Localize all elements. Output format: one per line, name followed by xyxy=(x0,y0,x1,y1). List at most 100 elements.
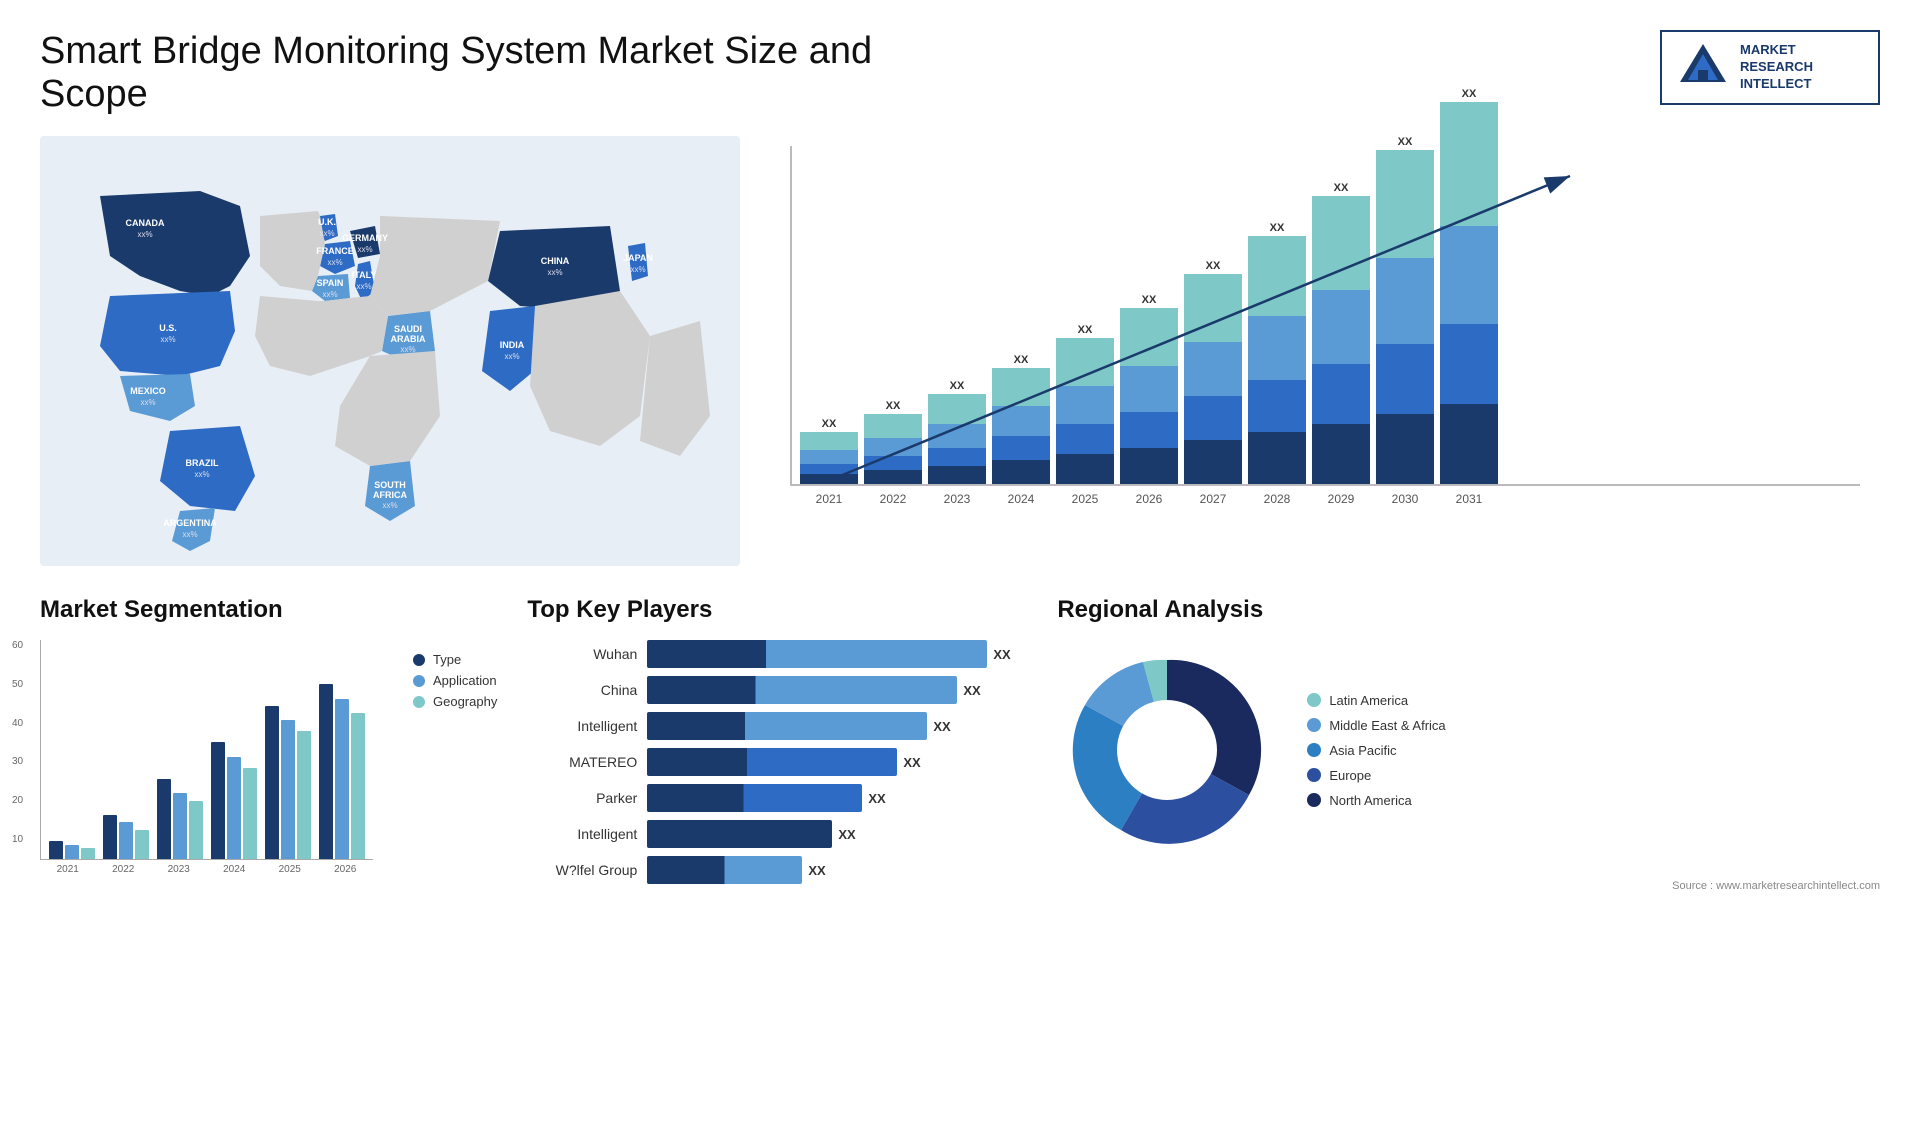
header: Smart Bridge Monitoring System Market Si… xyxy=(40,30,1880,116)
player-row-parker: Parker XX xyxy=(527,784,1027,812)
legend-geography: Geography xyxy=(413,694,497,709)
bar-2021: XX xyxy=(800,418,858,484)
legend-asia-pacific: Asia Pacific xyxy=(1307,743,1445,758)
legend-middle-east: Middle East & Africa xyxy=(1307,718,1445,733)
bar-2022: XX xyxy=(864,400,922,484)
regional-box: Regional Analysis Lati xyxy=(1057,596,1880,892)
germany-label: GERMANY xyxy=(342,233,388,243)
saudi-label: SAUDI xyxy=(394,324,422,334)
china-val: xx% xyxy=(547,268,562,277)
player-bar-intelligent1 xyxy=(647,712,927,740)
bar-2027: XX xyxy=(1184,260,1242,484)
southafrica-label: SOUTH xyxy=(374,480,406,490)
brazil-label: BRAZIL xyxy=(186,458,219,468)
regional-title: Regional Analysis xyxy=(1057,596,1880,624)
players-list: Wuhan XX China XX Intelligent XX xyxy=(527,640,1027,884)
seg-x-labels: 202120222023202420252026 xyxy=(40,864,373,875)
bar-chart-container: XX XX xyxy=(770,136,1880,566)
seg-bar-2023 xyxy=(157,779,203,859)
page-title: Smart Bridge Monitoring System Market Si… xyxy=(40,30,940,116)
bar-2023: XX xyxy=(928,380,986,484)
application-dot xyxy=(413,675,425,687)
italy-val: xx% xyxy=(356,282,371,291)
argentina-label: ARGENTINA xyxy=(163,518,217,528)
uk-val: xx% xyxy=(319,229,334,238)
logo-icon xyxy=(1678,42,1728,92)
logo-box: MARKET RESEARCH INTELLECT xyxy=(1660,30,1880,105)
type-dot xyxy=(413,654,425,666)
europe-dot xyxy=(1307,768,1321,782)
brazil-val: xx% xyxy=(194,470,209,479)
segmentation-title: Market Segmentation xyxy=(40,596,497,624)
seg-y-axis: 605040302010 xyxy=(12,640,23,845)
bar-2030: XX xyxy=(1376,136,1434,484)
player-row-intelligent1: Intelligent XX xyxy=(527,712,1027,740)
regional-legend: Latin America Middle East & Africa Asia … xyxy=(1307,693,1445,808)
key-players-box: Top Key Players Wuhan XX China XX Intell… xyxy=(527,596,1027,892)
geography-dot xyxy=(413,696,425,708)
legend-latin-america: Latin America xyxy=(1307,693,1445,708)
seg-bar-2021 xyxy=(49,841,95,859)
seg-bar-2024 xyxy=(211,742,257,859)
donut-svg xyxy=(1057,640,1277,860)
asia-pacific-dot xyxy=(1307,743,1321,757)
seg-bar-2026 xyxy=(319,684,365,859)
player-bar-matereo xyxy=(647,748,897,776)
bottom-section: Market Segmentation 605040302010 xyxy=(40,596,1880,892)
latin-america-dot xyxy=(1307,693,1321,707)
southafrica-label2: AFRICA xyxy=(373,490,407,500)
bar-2024: XX xyxy=(992,354,1050,484)
world-map-svg: CANADA xx% U.S. xx% MEXICO xx% BRAZIL xx… xyxy=(40,136,740,566)
mexico-val: xx% xyxy=(140,398,155,407)
seg-bars-area xyxy=(40,640,373,860)
bar-2031: XX xyxy=(1440,88,1498,484)
germany-val: xx% xyxy=(357,245,372,254)
argentina-val: xx% xyxy=(182,530,197,539)
bar-2026: XX xyxy=(1120,294,1178,484)
seg-bar-2025 xyxy=(265,706,311,859)
seg-bar-2022 xyxy=(103,815,149,859)
segmentation-box: Market Segmentation 605040302010 xyxy=(40,596,497,892)
bar-2029: XX xyxy=(1312,182,1370,484)
player-row-wolfel: W?lfel Group XX xyxy=(527,856,1027,884)
player-row-china: China XX xyxy=(527,676,1027,704)
us-shape xyxy=(100,291,235,376)
bar-chart-x-labels: 2021 2022 2023 2024 2025 2026 2027 2028 … xyxy=(790,492,1860,506)
legend-north-america: North America xyxy=(1307,793,1445,808)
logo-text: MARKET RESEARCH INTELLECT xyxy=(1740,42,1813,93)
canada-val: xx% xyxy=(137,230,152,239)
us-label: U.S. xyxy=(159,323,177,333)
spain-val: xx% xyxy=(322,290,337,299)
legend-type: Type xyxy=(413,652,497,667)
donut-area: Latin America Middle East & Africa Asia … xyxy=(1057,640,1880,860)
top-section: CANADA xx% U.S. xx% MEXICO xx% BRAZIL xx… xyxy=(40,136,1880,566)
player-bar-parker xyxy=(647,784,862,812)
bar-2025: XX xyxy=(1056,324,1114,484)
india-val: xx% xyxy=(504,352,519,361)
map-container: CANADA xx% U.S. xx% MEXICO xx% BRAZIL xx… xyxy=(40,136,740,566)
middle-east-dot xyxy=(1307,718,1321,732)
source-text: Source : www.marketresearchintellect.com xyxy=(1057,880,1880,892)
player-bar-intelligent2 xyxy=(647,820,832,848)
bar-2028: XX xyxy=(1248,222,1306,484)
saudi-label2: ARABIA xyxy=(391,334,426,344)
canada-label: CANADA xyxy=(126,218,165,228)
mexico-label: MEXICO xyxy=(130,386,166,396)
france-label: FRANCE xyxy=(316,246,354,256)
player-bar-china xyxy=(647,676,957,704)
southafrica-val: xx% xyxy=(382,501,397,510)
france-val: xx% xyxy=(327,258,342,267)
player-bar-wuhan xyxy=(647,640,987,668)
us-val: xx% xyxy=(160,335,175,344)
bar-chart-bars: XX XX xyxy=(790,146,1860,486)
spain-label: SPAIN xyxy=(317,278,344,288)
legend-application: Application xyxy=(413,673,497,688)
japan-val: xx% xyxy=(630,265,645,274)
india-label: INDIA xyxy=(500,340,525,350)
legend-europe: Europe xyxy=(1307,768,1445,783)
italy-label: ITALY xyxy=(352,270,377,280)
north-america-dot xyxy=(1307,793,1321,807)
player-row-matereo: MATEREO XX xyxy=(527,748,1027,776)
china-label: CHINA xyxy=(541,256,570,266)
player-row-intelligent2: Intelligent XX xyxy=(527,820,1027,848)
